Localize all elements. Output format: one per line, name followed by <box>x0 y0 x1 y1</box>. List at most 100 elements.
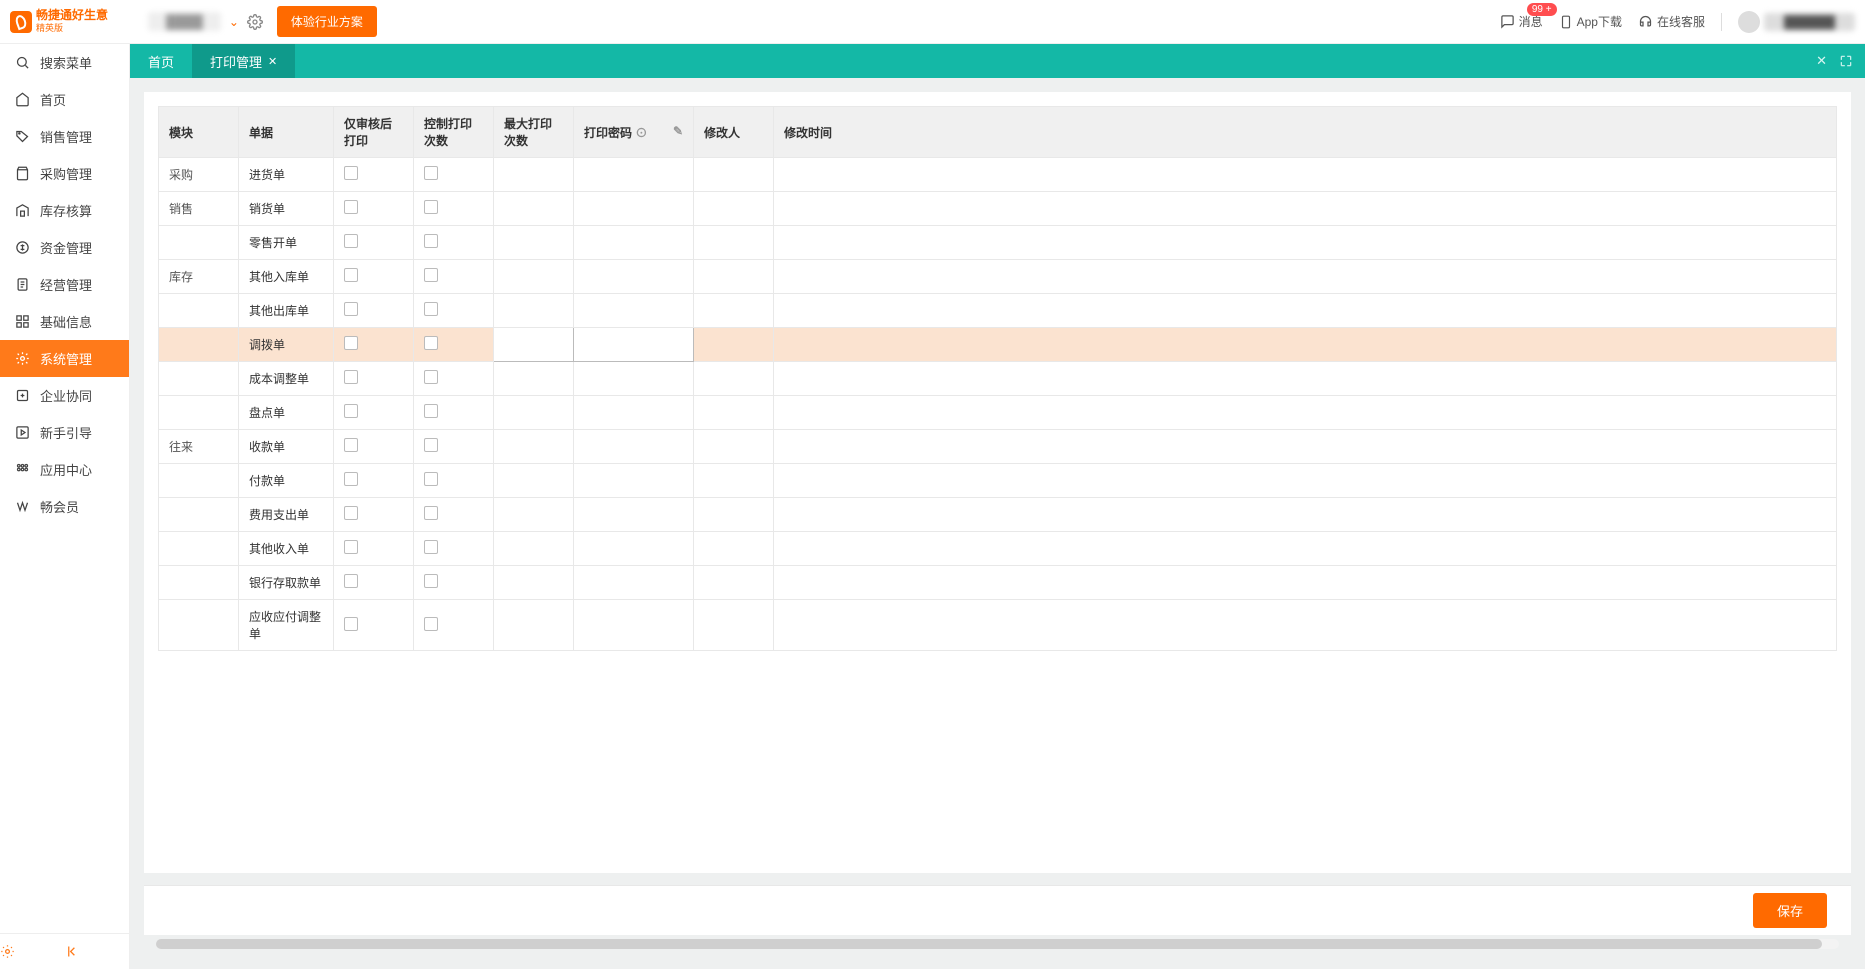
save-button[interactable]: 保存 <box>1753 893 1827 928</box>
cell-password <box>574 260 694 294</box>
sidebar-item-label: 采购管理 <box>40 164 92 183</box>
checkbox-audit-only[interactable] <box>344 472 358 486</box>
sidebar-item-basic[interactable]: 基础信息 <box>0 303 129 340</box>
help-icon[interactable]: ⊙ <box>635 126 647 140</box>
horizontal-scrollbar[interactable] <box>156 939 1839 949</box>
checkbox-control-count[interactable] <box>424 404 438 418</box>
brand-edition: 精英版 <box>36 21 108 34</box>
sidebar-item-operations[interactable]: 经营管理 <box>0 266 129 303</box>
checkbox-control-count[interactable] <box>424 506 438 520</box>
sidebar-item-sales[interactable]: 销售管理 <box>0 118 129 155</box>
checkbox-control-count[interactable] <box>424 472 438 486</box>
cell-bill: 其他收入单 <box>239 532 334 566</box>
cell-password[interactable] <box>574 328 694 362</box>
sidebar-item-label: 应用中心 <box>40 460 92 479</box>
cell-max-count <box>494 158 574 192</box>
sidebar-item-purchase[interactable]: 采购管理 <box>0 155 129 192</box>
cell-modified-at <box>774 600 1837 651</box>
checkbox-audit-only[interactable] <box>344 200 358 214</box>
cell-modifier <box>694 260 774 294</box>
checkbox-audit-only[interactable] <box>344 370 358 384</box>
sidebar-item-collab[interactable]: 企业协同 <box>0 377 129 414</box>
cell-modifier <box>694 362 774 396</box>
cell-bill: 银行存取款单 <box>239 566 334 600</box>
th-audit-only: 仅审核后打印 <box>334 107 414 158</box>
checkbox-audit-only[interactable] <box>344 268 358 282</box>
cell-max-count[interactable] <box>494 328 574 362</box>
checkbox-control-count[interactable] <box>424 234 438 248</box>
sidebar-item-finance[interactable]: 资金管理 <box>0 229 129 266</box>
cell-modifier <box>694 328 774 362</box>
sidebar-item-search-menu[interactable]: 搜索菜单 <box>0 44 129 81</box>
cell-modified-at <box>774 328 1837 362</box>
app-download-label: App下载 <box>1577 13 1622 30</box>
checkbox-audit-only[interactable] <box>344 234 358 248</box>
fullscreen-icon[interactable] <box>1839 54 1853 68</box>
tenant-settings-icon[interactable] <box>247 14 263 30</box>
edit-column-icon[interactable]: ✎ <box>673 124 683 138</box>
sidebar-item-member[interactable]: 畅会员 <box>0 488 129 525</box>
support-button[interactable]: 在线客服 <box>1638 13 1705 30</box>
table-row: 其他收入单 <box>159 532 1837 566</box>
tab-print-management[interactable]: 打印管理 ✕ <box>192 44 295 78</box>
doc-icon <box>14 277 30 293</box>
tab-home[interactable]: 首页 <box>130 44 192 78</box>
sidebar-collapse-button[interactable] <box>65 934 130 969</box>
checkbox-control-count[interactable] <box>424 200 438 214</box>
chat-icon <box>1500 14 1515 29</box>
sidebar-footer <box>0 933 129 969</box>
checkbox-control-count[interactable] <box>424 302 438 316</box>
cell-module <box>159 362 239 396</box>
cell-modifier <box>694 600 774 651</box>
checkbox-audit-only[interactable] <box>344 540 358 554</box>
tab-close-all-icon[interactable]: ✕ <box>1816 53 1827 69</box>
checkbox-audit-only[interactable] <box>344 617 358 631</box>
app-download-button[interactable]: App下载 <box>1559 13 1622 30</box>
checkbox-audit-only[interactable] <box>344 336 358 350</box>
checkbox-control-count[interactable] <box>424 574 438 588</box>
cell-modified-at <box>774 532 1837 566</box>
sidebar-item-inventory[interactable]: 库存核算 <box>0 192 129 229</box>
checkbox-audit-only[interactable] <box>344 166 358 180</box>
th-password: 打印密码 ⊙ ✎ <box>574 107 694 158</box>
sidebar-item-home[interactable]: 首页 <box>0 81 129 118</box>
messages-button[interactable]: 消息 99 + <box>1500 13 1543 30</box>
checkbox-control-count[interactable] <box>424 540 438 554</box>
checkbox-audit-only[interactable] <box>344 574 358 588</box>
cell-bill: 其他入库单 <box>239 260 334 294</box>
industry-solution-button[interactable]: 体验行业方案 <box>277 6 377 37</box>
checkbox-audit-only[interactable] <box>344 302 358 316</box>
warehouse-icon <box>14 203 30 219</box>
cell-max-count <box>494 430 574 464</box>
checkbox-control-count[interactable] <box>424 617 438 631</box>
cell-password <box>574 396 694 430</box>
tab-bar: 首页 打印管理 ✕ ✕ <box>130 44 1865 78</box>
cell-password <box>574 430 694 464</box>
checkbox-control-count[interactable] <box>424 438 438 452</box>
checkbox-control-count[interactable] <box>424 336 438 350</box>
sidebar-item-guide[interactable]: 新手引导 <box>0 414 129 451</box>
sidebar-item-system[interactable]: 系统管理 <box>0 340 129 377</box>
checkbox-control-count[interactable] <box>424 166 438 180</box>
checkbox-audit-only[interactable] <box>344 404 358 418</box>
tab-active-label: 打印管理 <box>210 52 262 71</box>
cell-audit-only <box>334 362 414 396</box>
sidebar-item-appcenter[interactable]: 应用中心 <box>0 451 129 488</box>
cell-max-count <box>494 464 574 498</box>
cell-control-count <box>414 328 494 362</box>
cell-audit-only <box>334 226 414 260</box>
close-icon[interactable]: ✕ <box>268 55 277 68</box>
table-row: 调拨单 <box>159 328 1837 362</box>
sidebar-settings-button[interactable] <box>0 934 65 969</box>
checkbox-audit-only[interactable] <box>344 438 358 452</box>
account-menu[interactable]: ██████ <box>1738 11 1855 33</box>
cell-modified-at <box>774 498 1837 532</box>
tenant-switcher[interactable]: ████ ⌄ <box>148 12 263 31</box>
gear-icon <box>14 351 30 367</box>
cell-modified-at <box>774 362 1837 396</box>
cell-password <box>574 192 694 226</box>
checkbox-audit-only[interactable] <box>344 506 358 520</box>
sidebar-item-label: 销售管理 <box>40 127 92 146</box>
checkbox-control-count[interactable] <box>424 370 438 384</box>
checkbox-control-count[interactable] <box>424 268 438 282</box>
